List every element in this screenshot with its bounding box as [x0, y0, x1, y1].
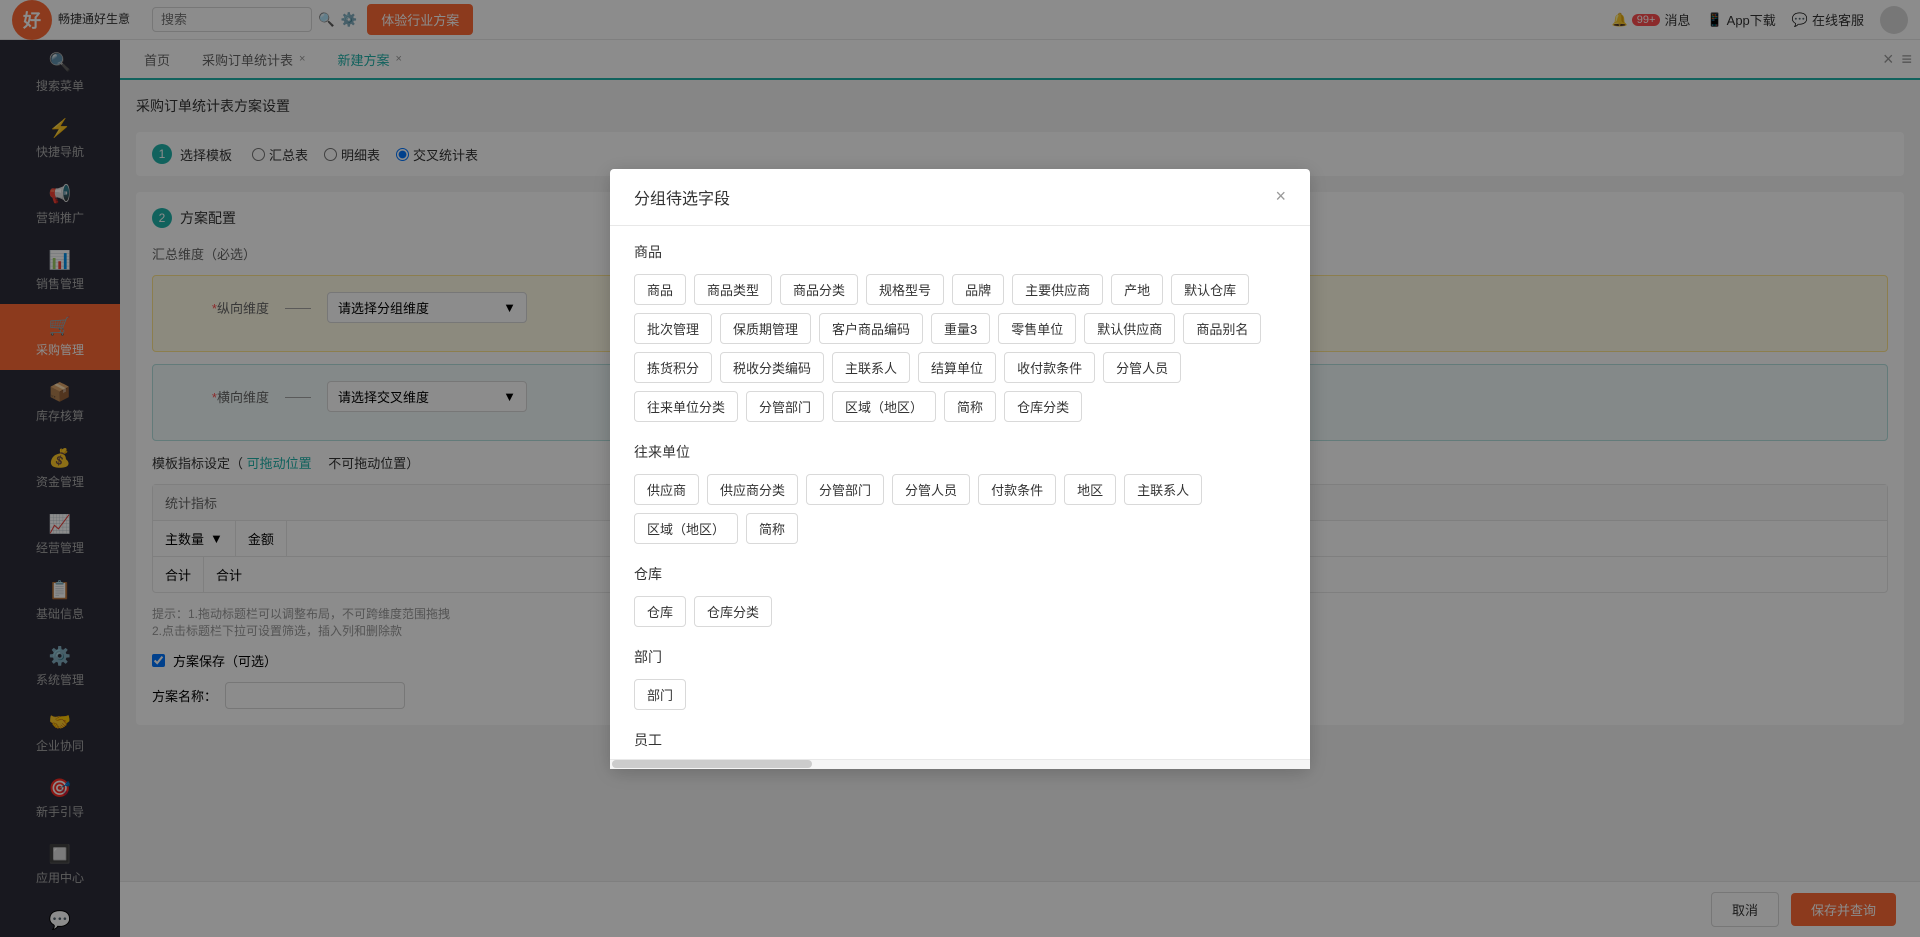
field-tag[interactable]: 分管人员 — [1103, 352, 1181, 383]
field-tag[interactable]: 商品类型 — [694, 274, 772, 305]
field-tag[interactable]: 区域（地区） — [832, 391, 936, 422]
group-warehouse-title: 仓库 — [634, 564, 1286, 584]
modal-title: 分组待选字段 — [634, 185, 730, 209]
field-tag[interactable]: 品牌 — [952, 274, 1004, 305]
group-partner-tags: 供应商 供应商分类 分管部门 分管人员 付款条件 地区 主联系人 区域（地区） … — [634, 474, 1286, 544]
field-tag[interactable]: 付款条件 — [978, 474, 1056, 505]
field-tag[interactable]: 默认仓库 — [1171, 274, 1249, 305]
field-tag[interactable]: 仓库 — [634, 596, 686, 627]
group-department-tags: 部门 — [634, 679, 1286, 710]
modal-overlay: 分组待选字段 × 商品 商品 商品类型 商品分类 规格型号 品牌 主要供应商 产… — [0, 0, 1920, 937]
field-group-product: 商品 商品 商品类型 商品分类 规格型号 品牌 主要供应商 产地 默认仓库 批次… — [634, 242, 1286, 422]
field-tag[interactable]: 分管人员 — [892, 474, 970, 505]
field-tag[interactable]: 重量3 — [931, 313, 990, 344]
field-tag[interactable]: 分管部门 — [746, 391, 824, 422]
field-tag[interactable]: 仓库分类 — [694, 596, 772, 627]
scrollbar-thumb[interactable] — [612, 760, 812, 768]
field-tag[interactable]: 商品分类 — [780, 274, 858, 305]
modal-body[interactable]: 商品 商品 商品类型 商品分类 规格型号 品牌 主要供应商 产地 默认仓库 批次… — [610, 226, 1310, 760]
group-partner-title: 往来单位 — [634, 442, 1286, 462]
field-tag[interactable]: 区域（地区） — [634, 513, 738, 544]
field-tag[interactable]: 拣货积分 — [634, 352, 712, 383]
field-tag[interactable]: 产地 — [1111, 274, 1163, 305]
field-tag[interactable]: 分管部门 — [806, 474, 884, 505]
field-tag[interactable]: 零售单位 — [998, 313, 1076, 344]
field-group-employee: 员工 业务员 — [634, 730, 1286, 760]
field-tag[interactable]: 主要供应商 — [1012, 274, 1103, 305]
modal-header: 分组待选字段 × — [610, 169, 1310, 226]
field-tag[interactable]: 批次管理 — [634, 313, 712, 344]
field-tag[interactable]: 供应商 — [634, 474, 699, 505]
field-tag[interactable]: 主联系人 — [832, 352, 910, 383]
group-employee-title: 员工 — [634, 730, 1286, 750]
field-tag[interactable]: 简称 — [746, 513, 798, 544]
field-tag[interactable]: 税收分类编码 — [720, 352, 824, 383]
field-tag[interactable]: 部门 — [634, 679, 686, 710]
field-tag[interactable]: 客户商品编码 — [819, 313, 923, 344]
field-tag[interactable]: 主联系人 — [1124, 474, 1202, 505]
modal-horizontal-scrollbar[interactable] — [610, 759, 1310, 768]
group-department-title: 部门 — [634, 647, 1286, 667]
field-group-warehouse: 仓库 仓库 仓库分类 — [634, 564, 1286, 627]
field-tag[interactable]: 地区 — [1064, 474, 1116, 505]
modal: 分组待选字段 × 商品 商品 商品类型 商品分类 规格型号 品牌 主要供应商 产… — [610, 169, 1310, 769]
field-group-partner: 往来单位 供应商 供应商分类 分管部门 分管人员 付款条件 地区 主联系人 区域… — [634, 442, 1286, 544]
field-tag[interactable]: 规格型号 — [866, 274, 944, 305]
group-product-title: 商品 — [634, 242, 1286, 262]
group-product-tags: 商品 商品类型 商品分类 规格型号 品牌 主要供应商 产地 默认仓库 批次管理 … — [634, 274, 1286, 422]
field-tag[interactable]: 仓库分类 — [1004, 391, 1082, 422]
group-warehouse-tags: 仓库 仓库分类 — [634, 596, 1286, 627]
modal-close-button[interactable]: × — [1275, 186, 1286, 207]
field-tag[interactable]: 供应商分类 — [707, 474, 798, 505]
field-tag[interactable]: 往来单位分类 — [634, 391, 738, 422]
field-tag[interactable]: 简称 — [944, 391, 996, 422]
field-tag[interactable]: 默认供应商 — [1084, 313, 1175, 344]
field-tag[interactable]: 商品别名 — [1183, 313, 1261, 344]
field-tag[interactable]: 结算单位 — [918, 352, 996, 383]
field-tag[interactable]: 商品 — [634, 274, 686, 305]
field-tag[interactable]: 保质期管理 — [720, 313, 811, 344]
field-group-department: 部门 部门 — [634, 647, 1286, 710]
field-tag[interactable]: 收付款条件 — [1004, 352, 1095, 383]
